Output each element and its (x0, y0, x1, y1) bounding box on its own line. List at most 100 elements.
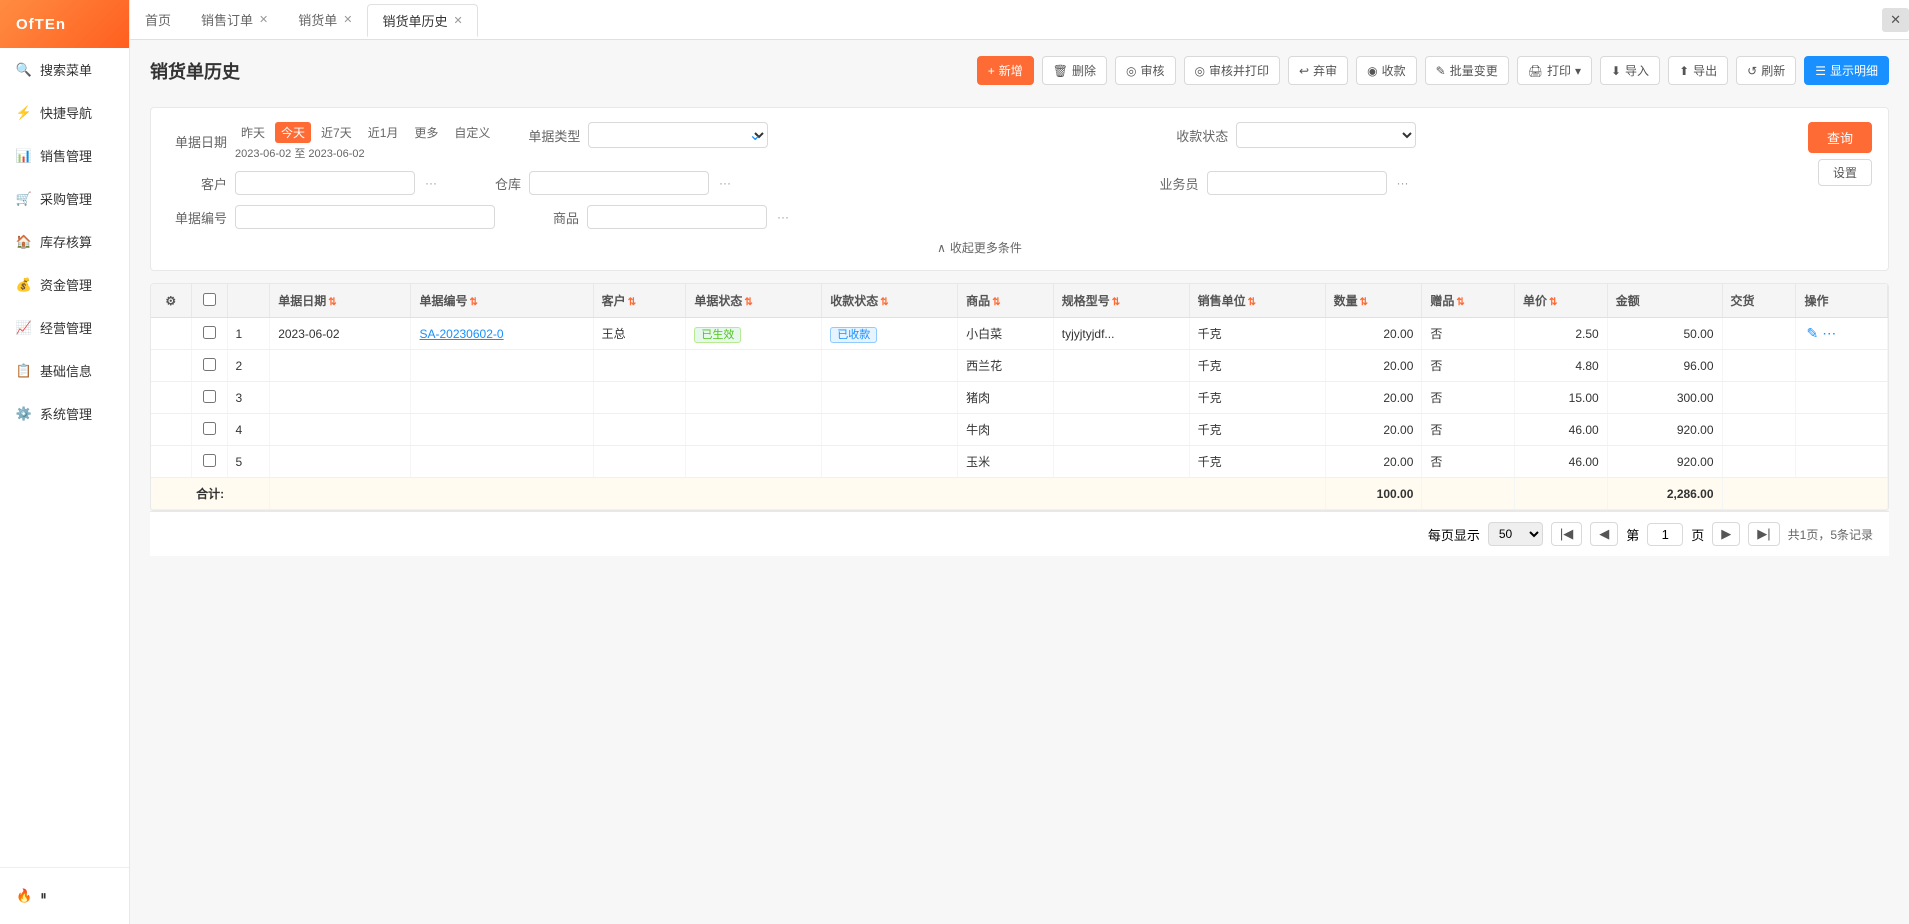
tab-sales-history-close[interactable]: ✕ (454, 14, 463, 27)
row-check-cell[interactable] (191, 446, 227, 478)
window-close-btn[interactable]: ✕ (1882, 8, 1909, 32)
doctype-select[interactable] (588, 122, 768, 148)
tab-sales-goods[interactable]: 销货单 ✕ (283, 3, 367, 36)
row-checkbox[interactable] (203, 390, 216, 403)
next-page-btn[interactable]: ▶ (1712, 522, 1740, 546)
date-btn-today[interactable]: 今天 (275, 122, 311, 143)
sidebar-bottom-icon1[interactable]: 🔥 ⏸ (0, 876, 129, 916)
docdate-sort-icon: ⇅ (328, 297, 336, 308)
row-docno (411, 446, 593, 478)
tab-home[interactable]: 首页 (130, 3, 186, 36)
customer-dots[interactable]: ··· (425, 176, 437, 190)
review-button[interactable]: ◎ 审核 (1115, 56, 1176, 85)
row-checkbox[interactable] (203, 326, 216, 339)
doctype-label: 单据类型 (520, 126, 580, 145)
staff-dots[interactable]: ··· (1397, 176, 1409, 190)
row-qty: 20.00 (1325, 414, 1422, 446)
row-checkbox[interactable] (203, 422, 216, 435)
docno-input[interactable] (235, 205, 495, 229)
product-dots[interactable]: ··· (777, 210, 789, 224)
col-customer[interactable]: 客户⇅ (593, 284, 686, 318)
col-gift[interactable]: 赠品⇅ (1422, 284, 1515, 318)
row-check-cell[interactable] (191, 414, 227, 446)
dropdown-arrow-icon: ▾ (1575, 64, 1581, 78)
col-docno[interactable]: 单据编号⇅ (411, 284, 593, 318)
col-unitprice[interactable]: 单价⇅ (1515, 284, 1608, 318)
row-check-cell[interactable] (191, 350, 227, 382)
sidebar-label-search: 搜索菜单 (40, 60, 92, 79)
batch-change-button[interactable]: ✎ 批量变更 (1425, 56, 1509, 85)
export-button[interactable]: ⬆ 导出 (1668, 56, 1728, 85)
staff-input[interactable] (1207, 171, 1387, 195)
show-detail-button[interactable]: ☰ 显示明细 (1804, 56, 1889, 85)
per-page-select[interactable]: 50 100 200 (1488, 522, 1543, 546)
col-spectype[interactable]: 规格型号⇅ (1053, 284, 1189, 318)
date-btn-1month[interactable]: 近1月 (362, 122, 405, 143)
row-docno (411, 414, 593, 446)
row-checkbox[interactable] (203, 454, 216, 467)
last-page-btn[interactable]: ▶| (1748, 522, 1779, 546)
sidebar-item-base-info[interactable]: 📋 基础信息 (0, 349, 129, 392)
date-btn-more[interactable]: 更多 (408, 122, 444, 143)
delete-btn-label: 删除 (1072, 62, 1096, 79)
edit-icon[interactable]: ✎ (1806, 325, 1818, 341)
abandon-button[interactable]: ↩ 弃审 (1288, 56, 1348, 85)
doc-no-link[interactable]: SA-20230602-0 (419, 327, 503, 341)
sidebar-item-sales[interactable]: 📊 销售管理 (0, 134, 129, 177)
tab-sales-order[interactable]: 销售订单 ✕ (186, 3, 283, 36)
customer-col-label: 客户 (602, 294, 626, 308)
row-check-cell[interactable] (191, 318, 227, 350)
date-btn-custom[interactable]: 自定义 (448, 122, 496, 143)
sidebar-item-inventory[interactable]: 🏠 库存核算 (0, 220, 129, 263)
fire-icon: 🔥 (16, 888, 32, 904)
tab-sales-history[interactable]: 销货单历史 ✕ (367, 4, 477, 37)
review-print-button[interactable]: ◎ 审核并打印 (1184, 56, 1281, 85)
col-docdate[interactable]: 单据日期⇅ (270, 284, 411, 318)
col-product[interactable]: 商品⇅ (958, 284, 1054, 318)
sidebar-item-quick-nav[interactable]: ⚡ 快捷导航 (0, 91, 129, 134)
row-qty: 20.00 (1325, 350, 1422, 382)
row-amount: 920.00 (1607, 414, 1722, 446)
print-button[interactable]: 🖨 打印 ▾ (1517, 56, 1592, 85)
collapse-btn[interactable]: ∧ 收起更多条件 (167, 239, 1792, 256)
customer-input[interactable] (235, 171, 415, 195)
query-button[interactable]: 查询 (1808, 122, 1872, 153)
product-input[interactable] (587, 205, 767, 229)
refresh-button[interactable]: ↺ 刷新 (1736, 56, 1796, 85)
col-settings[interactable]: ⚙ (151, 284, 191, 318)
sidebar-item-search-menu[interactable]: 🔍 搜索菜单 (0, 48, 129, 91)
collect-select[interactable] (1236, 122, 1416, 148)
sidebar-item-finance[interactable]: 💰 资金管理 (0, 263, 129, 306)
select-all-checkbox[interactable] (203, 293, 216, 306)
row-no-cell: 3 (227, 382, 270, 414)
more-icon[interactable]: ⋯ (1822, 325, 1836, 341)
date-btn-yesterday[interactable]: 昨天 (235, 122, 271, 143)
page-number-input[interactable] (1647, 523, 1683, 546)
settings-gear-icon: ⚙ (165, 294, 176, 308)
row-product: 猪肉 (958, 382, 1054, 414)
tab-sales-goods-close[interactable]: ✕ (343, 13, 352, 26)
warehouse-input[interactable] (529, 171, 709, 195)
first-page-btn[interactable]: |◀ (1551, 522, 1582, 546)
sidebar-item-operations[interactable]: 📈 经营管理 (0, 306, 129, 349)
collect-button[interactable]: ◉ 收款 (1356, 56, 1417, 85)
set-button[interactable]: 设置 (1818, 159, 1872, 186)
prev-page-btn[interactable]: ◀ (1590, 522, 1618, 546)
sidebar-item-system[interactable]: ⚙️ 系统管理 (0, 392, 129, 435)
tab-sales-order-close[interactable]: ✕ (259, 13, 268, 26)
row-amount: 96.00 (1607, 350, 1722, 382)
col-collectstatus[interactable]: 收款状态⇅ (822, 284, 958, 318)
warehouse-dots[interactable]: ··· (719, 176, 731, 190)
row-checkbox[interactable] (203, 358, 216, 371)
delete-button[interactable]: 🗑 删除 (1042, 56, 1107, 85)
sidebar-item-purchase[interactable]: 🛒 采购管理 (0, 177, 129, 220)
summary-unitprice-empty (1515, 478, 1608, 510)
col-docstatus[interactable]: 单据状态⇅ (686, 284, 822, 318)
col-salesunit[interactable]: 销售单位⇅ (1189, 284, 1325, 318)
col-qty[interactable]: 数量⇅ (1325, 284, 1422, 318)
new-button[interactable]: + 新增 (977, 56, 1034, 85)
row-docno (411, 382, 593, 414)
import-button[interactable]: ⬇ 导入 (1600, 56, 1660, 85)
row-check-cell[interactable] (191, 382, 227, 414)
date-btn-7days[interactable]: 近7天 (315, 122, 358, 143)
